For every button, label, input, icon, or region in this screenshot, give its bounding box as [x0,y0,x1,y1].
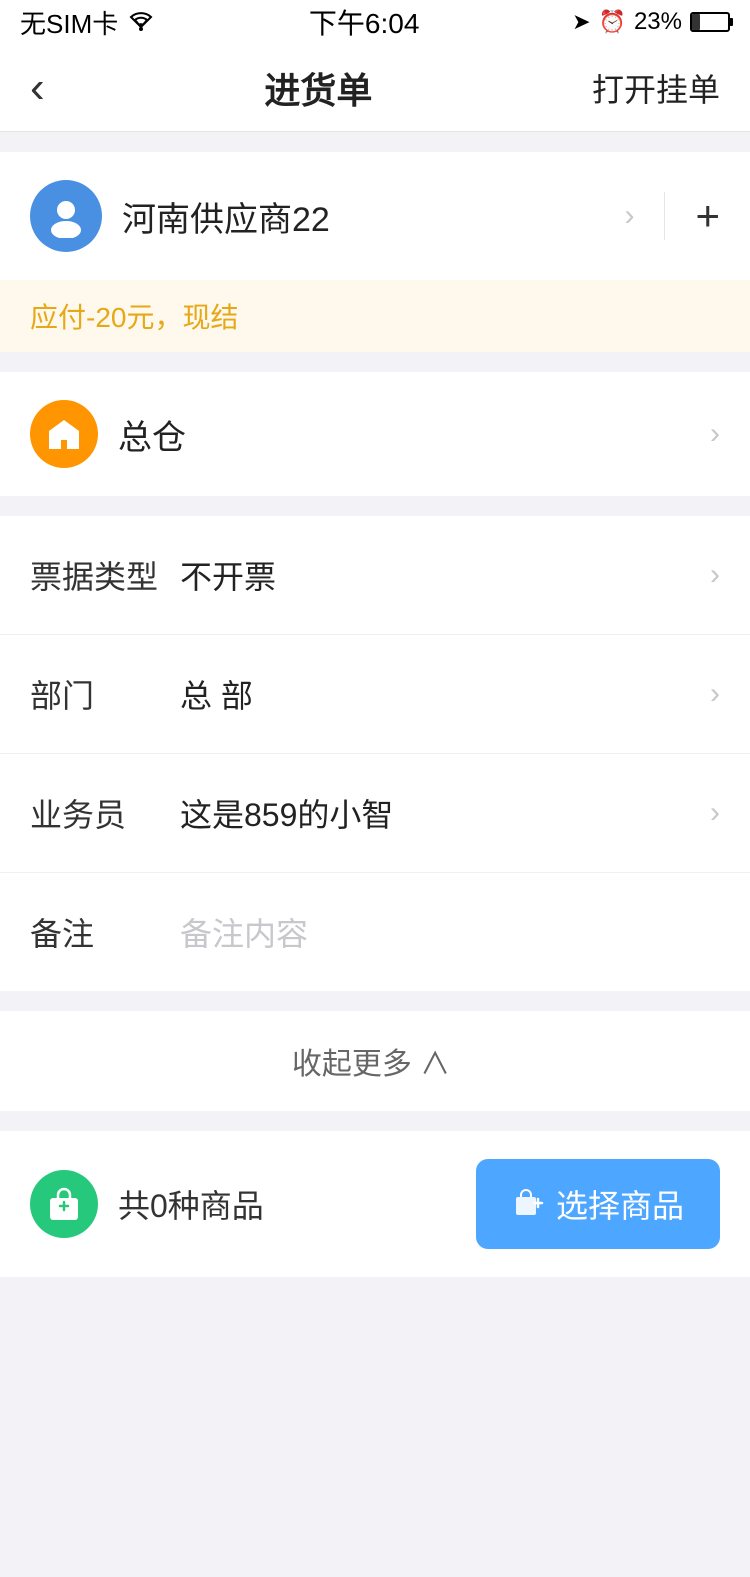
supplier-chevron-icon: › [624,199,634,233]
nav-bar: ‹ 进货单 打开挂单 [0,44,750,132]
department-label: 部门 [30,671,160,717]
select-product-label: 选择商品 [556,1181,684,1227]
salesman-value: 这是859的小智 [180,790,710,836]
bottom-bar: 共0种商品 选择商品 [0,1131,750,1277]
collapse-button[interactable]: 收起更多 ∧ [0,1011,750,1111]
gray-background [0,1277,750,1577]
wifi-icon [126,7,156,38]
status-right: ➤ ⏰ 23% [572,8,730,36]
time-label: 下午6:04 [309,2,420,42]
collapse-label: 收起更多 ∧ [292,1039,450,1083]
warehouse-icon [30,400,98,468]
supplier-avatar [30,180,102,252]
open-pending-button[interactable]: 打开挂单 [592,65,720,111]
department-value: 总 部 [180,671,710,717]
battery-icon [690,12,730,32]
location-icon: ➤ [572,9,590,35]
notice-text: 应付-20元，现结 [30,302,238,333]
warehouse-section: 总仓 › [0,372,750,496]
select-product-button[interactable]: 选择商品 [476,1159,720,1249]
invoice-type-row[interactable]: 票据类型 不开票 › [0,516,750,635]
invoice-chevron-icon: › [710,558,720,592]
warehouse-name: 总仓 [118,410,710,459]
product-icon [30,1170,98,1238]
salesman-row[interactable]: 业务员 这是859的小智 › [0,754,750,873]
remark-input[interactable]: 备注内容 [180,909,720,955]
battery-label: 23% [634,8,682,36]
supplier-row[interactable]: 河南供应商22 › + [0,152,750,280]
select-product-icon [512,1187,546,1221]
warehouse-row[interactable]: 总仓 › [0,372,750,496]
remark-row[interactable]: 备注 备注内容 [0,873,750,991]
back-button[interactable]: ‹ [30,66,45,110]
remark-label: 备注 [30,909,160,955]
status-bar: 无SIM卡 下午6:04 ➤ ⏰ 23% [0,0,750,44]
product-count-label: 共0种商品 [118,1181,476,1227]
status-left: 无SIM卡 [20,4,156,41]
notice-bar: 应付-20元，现结 [0,280,750,352]
department-row[interactable]: 部门 总 部 › [0,635,750,754]
supplier-section: 河南供应商22 › + 应付-20元，现结 [0,152,750,352]
add-supplier-button[interactable]: + [664,192,720,240]
supplier-name: 河南供应商22 [122,192,624,241]
page-title: 进货单 [264,62,372,114]
warehouse-chevron-icon: › [710,417,720,451]
carrier-label: 无SIM卡 [20,4,118,41]
department-chevron-icon: › [710,677,720,711]
form-section: 票据类型 不开票 › 部门 总 部 › 业务员 这是859的小智 › 备注 备注… [0,516,750,991]
salesman-chevron-icon: › [710,796,720,830]
salesman-label: 业务员 [30,790,160,836]
invoice-type-label: 票据类型 [30,552,160,598]
alarm-icon: ⏰ [599,9,626,35]
section-divider-1 [0,132,750,152]
invoice-type-value: 不开票 [180,552,710,598]
